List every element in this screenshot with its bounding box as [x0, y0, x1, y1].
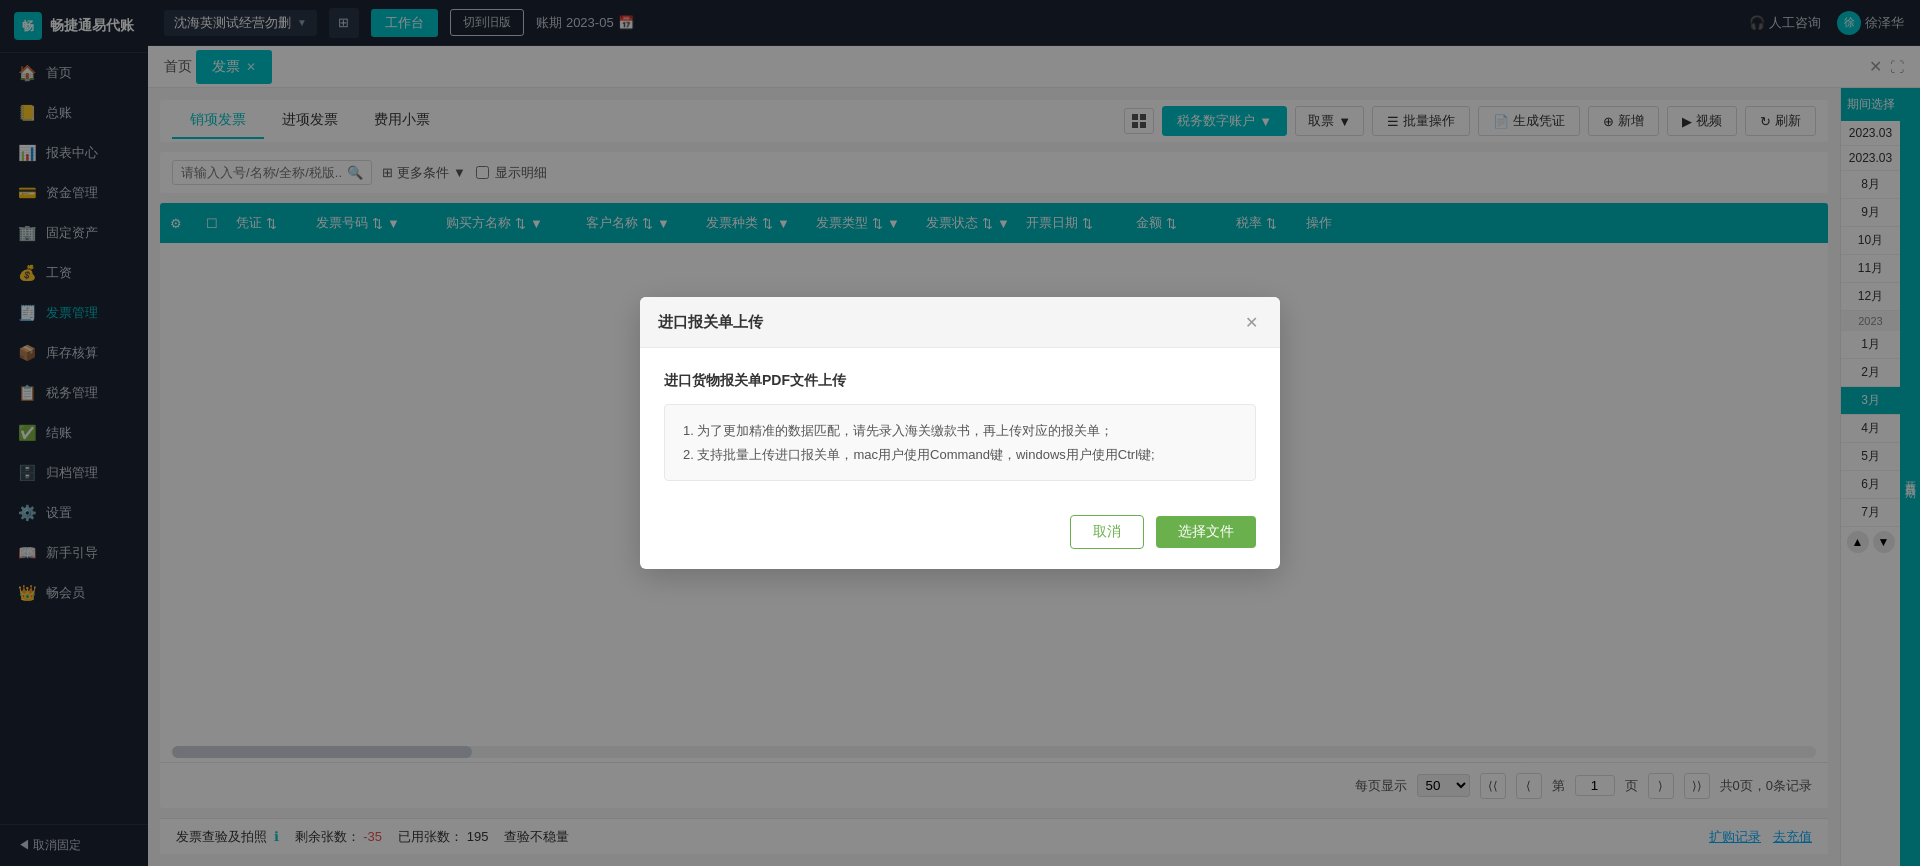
select-file-btn[interactable]: 选择文件 [1156, 516, 1256, 548]
modal-overlay: 进口报关单上传 ✕ 进口货物报关单PDF文件上传 1. 为了更加精准的数据匹配，… [0, 0, 1920, 866]
modal-body: 进口货物报关单PDF文件上传 1. 为了更加精准的数据匹配，请先录入海关缴款书，… [640, 348, 1280, 501]
modal-info-item-2: 2. 支持批量上传进口报关单，mac用户使用Command键，windows用户… [683, 443, 1237, 466]
modal-footer: 取消 选择文件 [640, 501, 1280, 569]
modal-info-item-1: 1. 为了更加精准的数据匹配，请先录入海关缴款书，再上传对应的报关单； [683, 419, 1237, 442]
import-customs-modal: 进口报关单上传 ✕ 进口货物报关单PDF文件上传 1. 为了更加精准的数据匹配，… [640, 297, 1280, 569]
cancel-btn[interactable]: 取消 [1070, 515, 1144, 549]
modal-subtitle: 进口货物报关单PDF文件上传 [664, 372, 1256, 390]
modal-info-box: 1. 为了更加精准的数据匹配，请先录入海关缴款书，再上传对应的报关单； 2. 支… [664, 404, 1256, 481]
modal-close-btn[interactable]: ✕ [1240, 311, 1262, 333]
modal-title: 进口报关单上传 [658, 313, 763, 332]
modal-header: 进口报关单上传 ✕ [640, 297, 1280, 348]
